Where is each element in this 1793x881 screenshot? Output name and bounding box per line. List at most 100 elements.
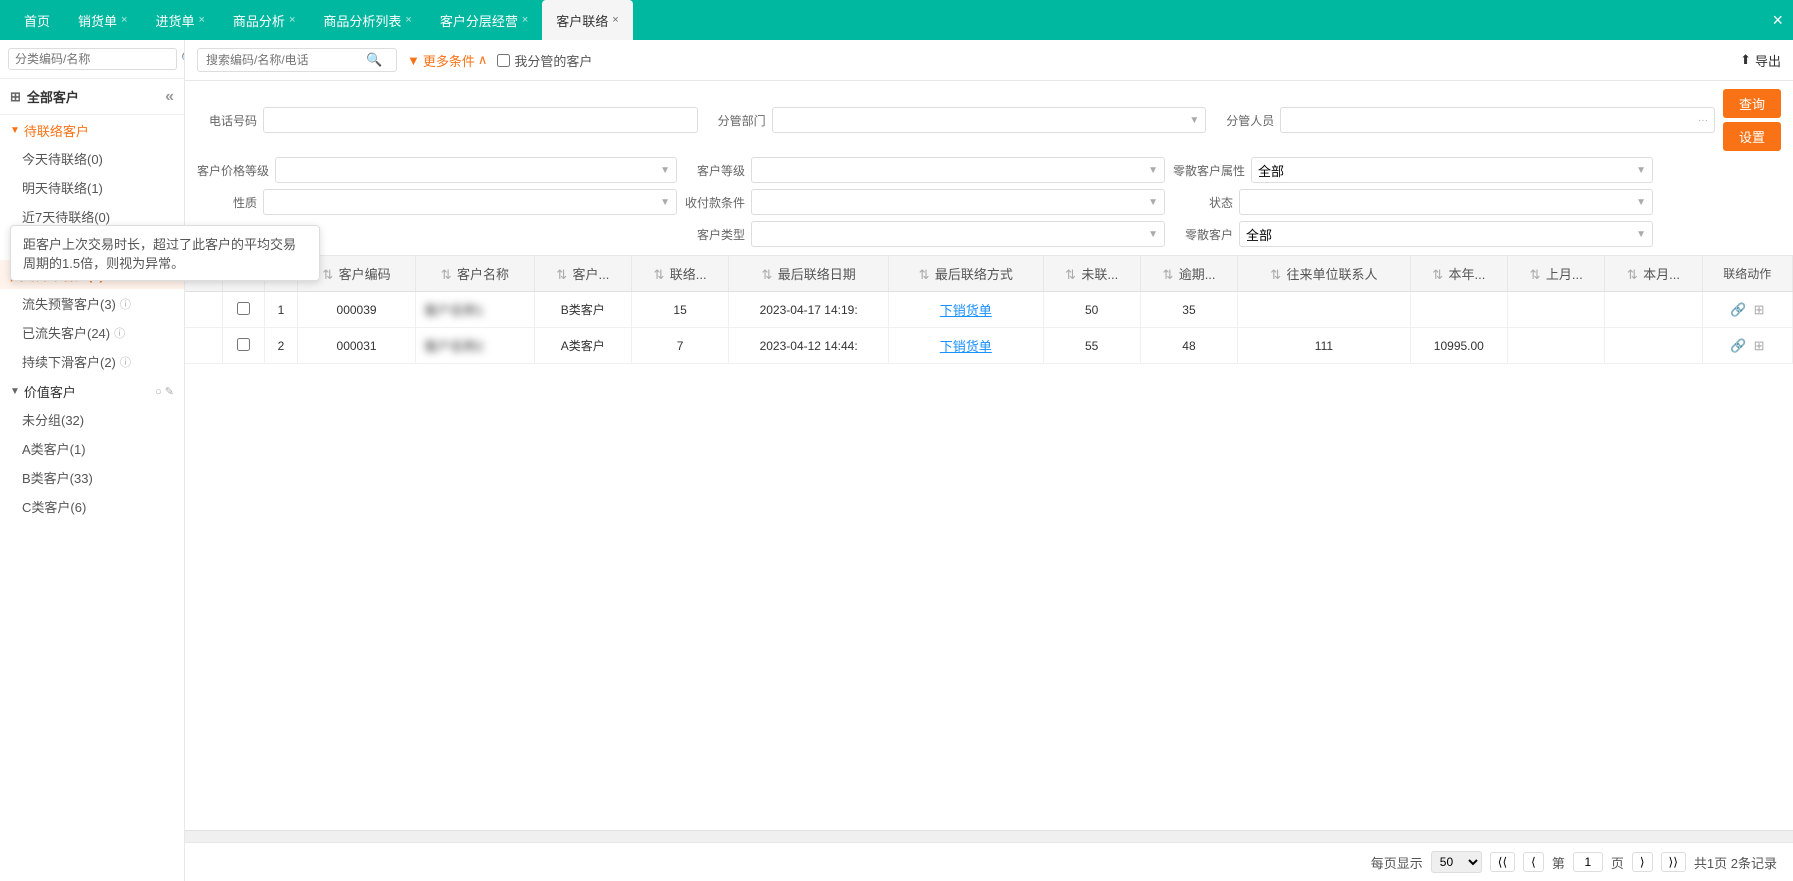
row2-action-link-icon[interactable]: 🔗 xyxy=(1730,338,1746,353)
sidebar-search-input[interactable] xyxy=(8,48,177,70)
nav-customer-management-close[interactable]: × xyxy=(522,14,528,26)
row1-last-method[interactable]: 下销货单 xyxy=(889,292,1043,328)
col-type-header[interactable]: ⇅ 客户... xyxy=(534,256,631,292)
nav-sales-order[interactable]: 销货单 × xyxy=(64,0,141,40)
filter-row-3: 性质 ▼ 收付款条件 ▼ 状态 xyxy=(197,189,1781,215)
page-number-input[interactable] xyxy=(1573,852,1603,872)
filter-payment-select[interactable]: ▼ xyxy=(751,189,1165,215)
row2-checkbox[interactable] xyxy=(223,328,265,364)
nav-product-analysis-close[interactable]: × xyxy=(289,14,295,26)
sidebar-all-customers-header: ⊞ 全部客户 « xyxy=(0,79,184,115)
row2-last-method[interactable]: 下销货单 xyxy=(889,328,1043,364)
first-page-button[interactable]: ⟨⟨ xyxy=(1490,852,1515,872)
filter-nature-select[interactable]: ▼ xyxy=(263,189,677,215)
churned-info-icon[interactable]: ⓘ xyxy=(114,325,125,341)
row2-contact: 7 xyxy=(631,328,728,364)
col-contacts-header[interactable]: ⇅ 往来单位联系人 xyxy=(1238,256,1411,292)
tooltip-box: 距客户上次交易时长，超过了此客户的平均交易周期的1.5倍，则视为异常。 xyxy=(10,225,320,281)
filter-status-select[interactable]: ▼ xyxy=(1239,189,1653,215)
declining-info-icon[interactable]: ⓘ xyxy=(120,354,131,370)
value-group-edit-icons[interactable]: ○ ✎ xyxy=(155,385,174,398)
person-caret-icon: ··· xyxy=(1698,115,1708,126)
col-overdue-header[interactable]: ⇅ 逾期... xyxy=(1140,256,1237,292)
nav-sales-order-close[interactable]: × xyxy=(121,14,127,26)
row2-checkbox-input[interactable] xyxy=(237,338,250,351)
top-navigation: 首页 销货单 × 进货单 × 商品分析 × 商品分析列表 × 客户分层经营 × … xyxy=(0,0,1793,40)
col-last-date-sort-icon: ⇅ xyxy=(762,267,773,282)
filter-price-level-select[interactable]: ▼ xyxy=(275,157,677,183)
filter-search-container: 🔍 xyxy=(197,48,397,72)
filter-more-conditions[interactable]: ▼ 更多条件 ∧ xyxy=(407,51,487,70)
filter-retail-customer-select[interactable]: 全部 ▼ xyxy=(1239,221,1653,247)
sidebar-value-group[interactable]: ▼ 价值客户 ○ ✎ xyxy=(0,376,184,405)
sidebar-item-churned[interactable]: 已流失客户(24) ⓘ xyxy=(0,318,184,347)
nav-customer-contact[interactable]: 客户联络 × xyxy=(542,0,632,40)
next-page-button[interactable]: ⟩ xyxy=(1632,852,1653,872)
sidebar-item-declining[interactable]: 持续下滑客户(2) ⓘ xyxy=(0,347,184,376)
row1-action-link-icon[interactable]: 🔗 xyxy=(1730,302,1746,317)
sidebar-item-b-class[interactable]: B类客户(33) xyxy=(0,463,184,492)
sidebar-item-a-class[interactable]: A类客户(1) xyxy=(0,434,184,463)
col-last-date-header[interactable]: ⇅ 最后联络日期 xyxy=(729,256,889,292)
filter-search-icon[interactable]: 🔍 xyxy=(366,52,382,68)
sidebar-item-churn-warning[interactable]: 流失预警客户(3) ⓘ xyxy=(0,289,184,318)
filter-row-2: 客户价格等级 ▼ 客户等级 ▼ 零散客户属性 全部 xyxy=(197,157,1781,183)
nav-product-analysis-list-close[interactable]: × xyxy=(405,14,411,26)
filter-customer-type-select[interactable]: ▼ xyxy=(751,221,1165,247)
last-page-button[interactable]: ⟩⟩ xyxy=(1661,852,1686,872)
nav-customer-management[interactable]: 客户分层经营 × xyxy=(426,0,542,40)
col-actions-header: 联络动作 xyxy=(1702,256,1792,292)
row1-action-grid-icon[interactable]: ⊞ xyxy=(1754,302,1765,317)
col-unread-header[interactable]: ⇅ 未联... xyxy=(1043,256,1140,292)
filter-price-level-label: 客户价格等级 xyxy=(197,162,269,179)
col-last-method-header[interactable]: ⇅ 最后联络方式 xyxy=(889,256,1043,292)
row1-contacts xyxy=(1238,292,1411,328)
filter-customer-level-label: 客户等级 xyxy=(685,162,745,179)
sidebar-item-ungrouped[interactable]: 未分组(32) xyxy=(0,405,184,434)
setting-button[interactable]: 设置 xyxy=(1723,122,1781,151)
col-last-month-header[interactable]: ⇅ 上月... xyxy=(1507,256,1604,292)
filter-search-input[interactable] xyxy=(206,53,366,67)
col-contact-header[interactable]: ⇅ 联络... xyxy=(631,256,728,292)
nav-home[interactable]: 首页 xyxy=(10,0,64,40)
sidebar-collapse-button[interactable]: « xyxy=(165,88,174,106)
filter-dept-select[interactable]: ▼ xyxy=(772,107,1207,133)
sidebar-item-c-class[interactable]: C类客户(6) xyxy=(0,492,184,521)
nav-purchase-order-close[interactable]: × xyxy=(198,14,204,26)
filter-phone-input[interactable] xyxy=(263,107,698,133)
row2-overdue: 48 xyxy=(1140,328,1237,364)
churn-warning-info-icon[interactable]: ⓘ xyxy=(120,296,131,312)
nav-purchase-order[interactable]: 进货单 × xyxy=(141,0,218,40)
query-button[interactable]: 查询 xyxy=(1723,89,1781,118)
nav-product-analysis[interactable]: 商品分析 × xyxy=(219,0,309,40)
filter-customer-level-select[interactable]: ▼ xyxy=(751,157,1165,183)
filter-person-select[interactable]: ··· xyxy=(1280,107,1715,133)
table-container: ⚙ ⇅ 客户编码 ⇅ 客户名称 ⇅ 客户... xyxy=(185,256,1793,830)
prev-page-button[interactable]: ⟨ xyxy=(1523,852,1544,872)
row2-last-method-link[interactable]: 下销货单 xyxy=(940,339,992,354)
col-name-header[interactable]: ⇅ 客户名称 xyxy=(416,256,534,292)
col-contacts-sort-icon: ⇅ xyxy=(1270,267,1281,282)
col-this-year-header[interactable]: ⇅ 本年... xyxy=(1410,256,1507,292)
filter-retail-attr-select[interactable]: 全部 ▼ xyxy=(1251,157,1653,183)
my-customers-checkbox[interactable] xyxy=(497,54,510,67)
row1-last-method-link[interactable]: 下销货单 xyxy=(940,303,992,318)
row2-action-grid-icon[interactable]: ⊞ xyxy=(1754,338,1765,353)
row2-name: 客户名称2 xyxy=(416,328,534,364)
filter-row-1: 电话号码 分管部门 ▼ 分管人员 ··· xyxy=(197,89,1781,151)
row1-checkbox[interactable] xyxy=(223,292,265,328)
horizontal-scrollbar[interactable] xyxy=(185,830,1793,842)
col-this-month-header[interactable]: ⇅ 本月... xyxy=(1605,256,1702,292)
row2-actions: 🔗 ⊞ xyxy=(1702,328,1792,364)
nav-customer-contact-close[interactable]: × xyxy=(612,14,618,26)
export-button[interactable]: ⬆ 导出 xyxy=(1740,51,1781,70)
sidebar-item-tomorrow[interactable]: 明天待联络(1) xyxy=(0,173,184,202)
sidebar-item-today[interactable]: 今天待联络(0) xyxy=(0,144,184,173)
sidebar-pending-group[interactable]: ▼ 待联络客户 xyxy=(0,115,184,144)
nav-product-analysis-list[interactable]: 商品分析列表 × xyxy=(309,0,425,40)
row1-checkbox-input[interactable] xyxy=(237,302,250,315)
window-close-button[interactable]: × xyxy=(1772,10,1783,31)
page-size-select[interactable]: 50 100 200 xyxy=(1431,851,1482,873)
filter-payment-label: 收付款条件 xyxy=(685,194,745,211)
row1-this-month xyxy=(1605,292,1702,328)
